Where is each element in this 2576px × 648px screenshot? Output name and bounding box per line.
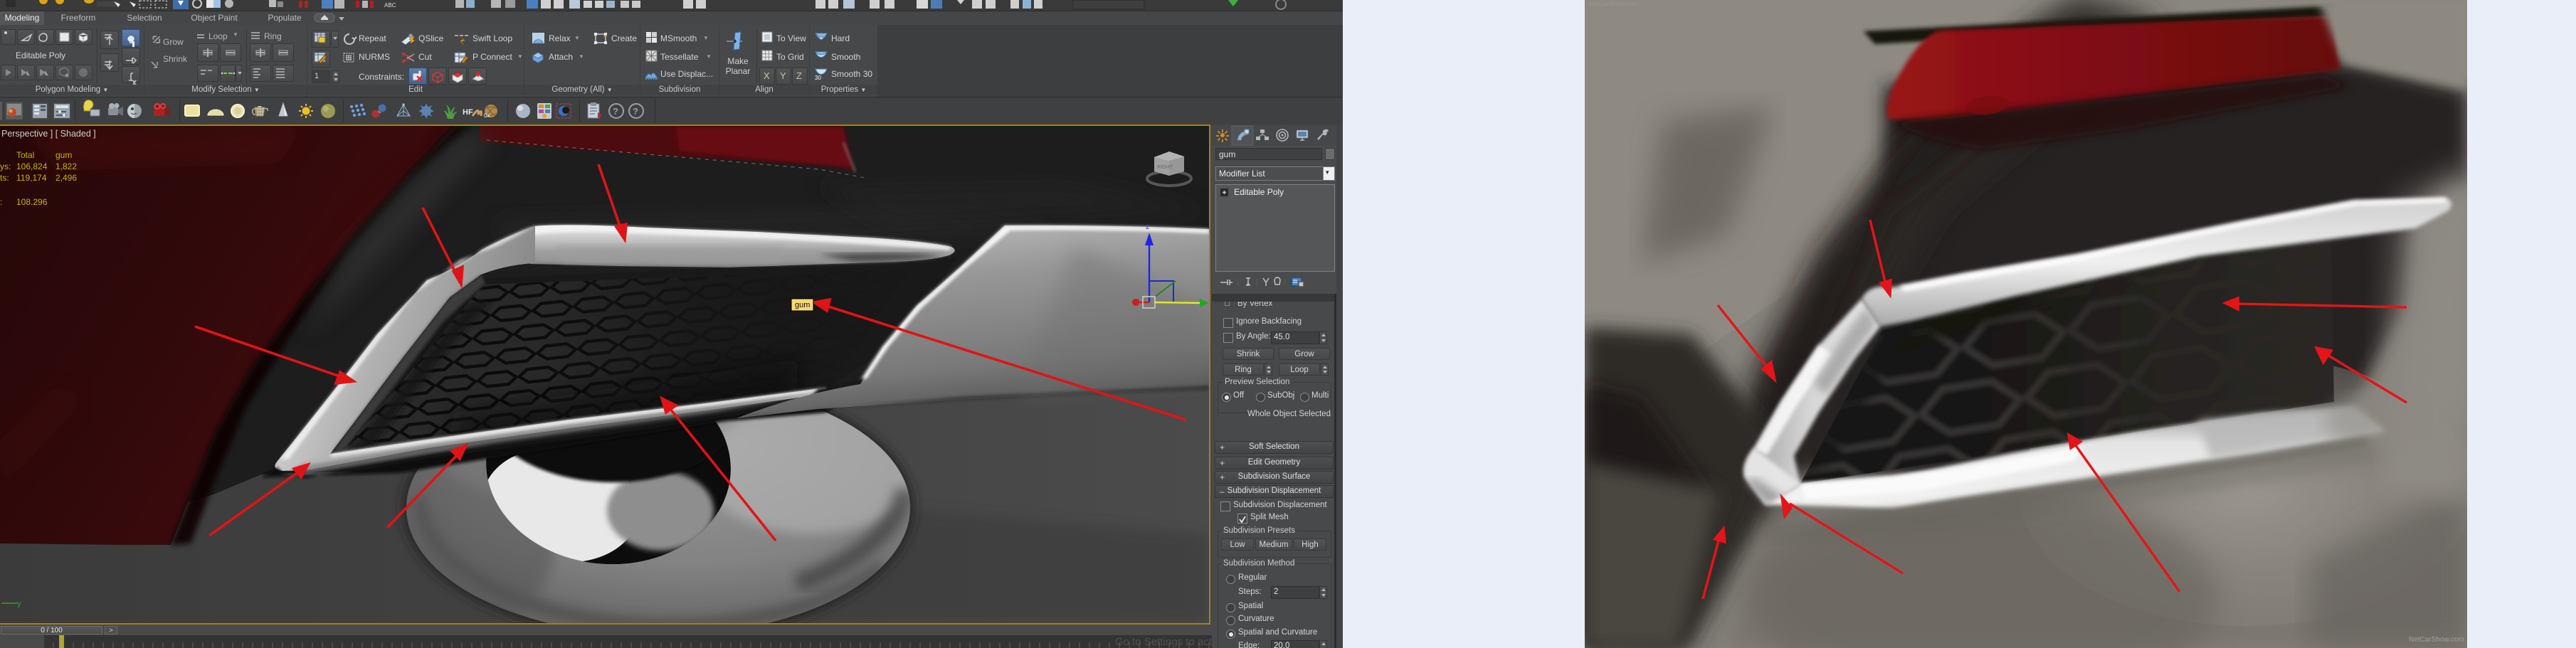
svg-text:Go to Settings to acti: Go to Settings to acti	[1115, 636, 1212, 648]
svg-text:0x: 0x	[484, 112, 490, 119]
svg-text:Activate Windows: Activate Windows	[1115, 621, 1209, 623]
svg-text::: :	[0, 197, 2, 207]
svg-text:119,174: 119,174	[16, 173, 47, 183]
svg-text:?: ?	[613, 106, 618, 117]
svg-text:106,824: 106,824	[16, 161, 48, 171]
svg-text:gum: gum	[56, 150, 72, 160]
svg-text:ts:: ts:	[0, 173, 9, 183]
svg-text:1,822: 1,822	[56, 161, 77, 171]
svg-text:30: 30	[815, 75, 821, 80]
svg-text:ys:: ys:	[0, 161, 11, 171]
svg-text:NetCarShow.com: NetCarShow.com	[2409, 636, 2464, 644]
svg-text:ABC: ABC	[384, 2, 396, 9]
svg-text:gum: gum	[795, 301, 810, 309]
svg-text:Total: Total	[16, 150, 34, 160]
svg-text:RIGHT: RIGHT	[1157, 165, 1173, 170]
svg-text:108.296: 108.296	[16, 197, 48, 207]
svg-text:?: ?	[633, 106, 638, 117]
svg-text:HF: HF	[463, 108, 473, 117]
svg-text:z: z	[1146, 223, 1150, 231]
svg-text:y: y	[17, 600, 21, 608]
svg-text:NetCarShow.com: NetCarShow.com	[1589, 0, 1639, 7]
svg-text:2,496: 2,496	[56, 173, 77, 183]
svg-text:Perspective ] [ Shaded ]: Perspective ] [ Shaded ]	[1, 129, 96, 139]
